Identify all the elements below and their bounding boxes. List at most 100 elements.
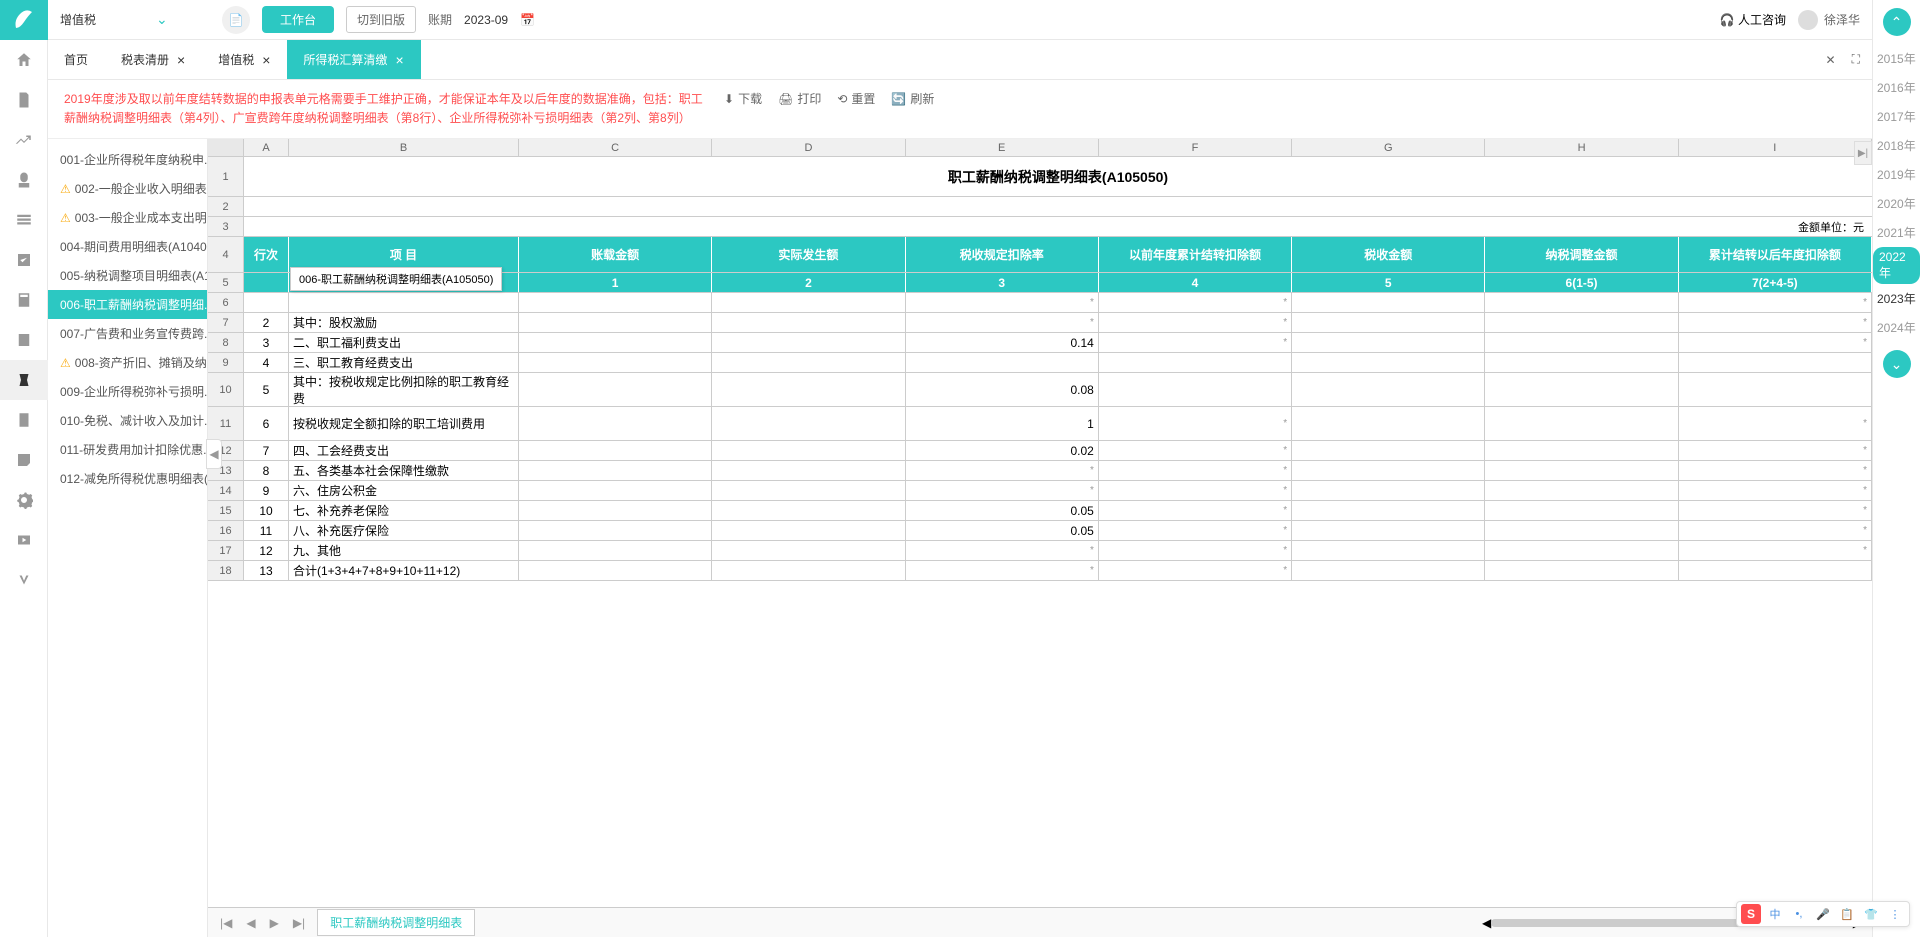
tab-close-icon[interactable]: × [395,52,403,68]
logo[interactable] [0,0,48,40]
data-cell[interactable]: * [1679,333,1872,352]
ime-skin-icon[interactable]: 👕 [1861,904,1881,924]
ime-logo[interactable]: S [1741,904,1761,924]
data-cell[interactable]: * [1099,481,1292,500]
data-cell[interactable] [1292,541,1485,560]
year-2021年[interactable]: 2021年 [1873,218,1920,247]
data-cell[interactable] [712,561,905,580]
data-cell[interactable]: 0.05 [906,501,1099,520]
switch-old-button[interactable]: 切到旧版 [346,6,416,33]
ime-lang[interactable]: 中 [1765,904,1785,924]
data-cell[interactable] [1292,353,1485,372]
sheet-tab[interactable]: 职工薪酬纳税调整明细表 [317,909,475,936]
data-cell[interactable]: * [1679,501,1872,520]
data-cell[interactable] [1292,333,1485,352]
data-cell[interactable]: 0.05 [906,521,1099,540]
data-cell[interactable] [1292,481,1485,500]
year-2015年[interactable]: 2015年 [1873,44,1920,73]
data-cell[interactable] [1485,541,1678,560]
ime-more-icon[interactable]: ⋮ [1885,904,1905,924]
data-cell[interactable]: * [906,461,1099,480]
year-2018年[interactable]: 2018年 [1873,131,1920,160]
data-cell[interactable] [1485,333,1678,352]
refresh-button[interactable]: 🔄 刷新 [891,90,934,107]
support-link[interactable]: 🎧 人工咨询 [1720,11,1786,28]
tab-close-icon[interactable]: × [177,52,185,68]
data-cell[interactable]: * [1679,521,1872,540]
data-cell[interactable] [1485,373,1678,406]
year-2024年[interactable]: 2024年 [1873,313,1920,342]
data-cell[interactable] [906,353,1099,372]
data-cell[interactable] [712,541,905,560]
data-cell[interactable]: * [1679,441,1872,460]
data-cell[interactable] [712,441,905,460]
data-cell[interactable] [712,501,905,520]
data-cell[interactable]: * [1679,313,1872,332]
data-cell[interactable]: 0.02 [906,441,1099,460]
nav-inbox-icon[interactable] [0,440,48,480]
data-cell[interactable] [712,373,905,406]
form-item-006[interactable]: 006-职工薪酬纳税调整明细... [48,290,207,319]
data-cell[interactable] [1679,373,1872,406]
data-cell[interactable] [1679,353,1872,372]
document-icon-button[interactable]: 📄 [222,6,250,34]
data-cell[interactable] [519,353,712,372]
data-cell[interactable]: * [906,313,1099,332]
user-menu[interactable]: 徐泽华 [1798,10,1860,30]
data-cell[interactable] [1292,561,1485,580]
sheet-nav-first[interactable]: |◀ [216,916,236,930]
data-cell[interactable] [519,461,712,480]
data-cell[interactable]: 0.08 [906,373,1099,406]
data-cell[interactable] [519,521,712,540]
data-cell[interactable] [1292,501,1485,520]
form-item-007[interactable]: 007-广告费和业务宣传费跨... [48,319,207,348]
form-item-012[interactable]: 012-减免所得税优惠明细表(... [48,464,207,493]
data-cell[interactable]: * [1679,293,1872,312]
data-cell[interactable]: * [1099,501,1292,520]
tab-首页[interactable]: 首页 [48,40,105,79]
nav-date-icon[interactable] [0,320,48,360]
nav-list-icon[interactable] [0,200,48,240]
sheet-nav-last[interactable]: ▶| [289,916,309,930]
nav-v-icon[interactable] [0,560,48,600]
data-cell[interactable] [1292,521,1485,540]
nav-chart-icon[interactable] [0,120,48,160]
year-2017年[interactable]: 2017年 [1873,102,1920,131]
form-item-005[interactable]: 005-纳税调整项目明细表(A1... [48,261,207,290]
data-cell[interactable] [1485,441,1678,460]
data-cell[interactable] [712,333,905,352]
year-2019年[interactable]: 2019年 [1873,160,1920,189]
tab-税表清册[interactable]: 税表清册× [105,40,202,79]
data-cell[interactable] [1099,353,1292,372]
data-cell[interactable] [519,541,712,560]
expand-handle[interactable]: ▶| [1854,141,1872,165]
year-up-button[interactable]: ⌃ [1883,8,1911,36]
data-cell[interactable] [1485,353,1678,372]
data-cell[interactable] [712,293,905,312]
data-cell[interactable]: * [1679,407,1872,440]
data-cell[interactable] [1485,521,1678,540]
data-cell[interactable] [1485,461,1678,480]
sheet-nav-next[interactable]: ▶ [266,916,283,930]
data-cell[interactable] [519,501,712,520]
data-cell[interactable]: * [1099,561,1292,580]
data-cell[interactable]: * [1099,313,1292,332]
data-cell[interactable]: * [906,293,1099,312]
ime-keyboard-icon[interactable]: 📋 [1837,904,1857,924]
data-cell[interactable]: * [1099,441,1292,460]
sheet-nav-prev[interactable]: ◀ [242,916,259,930]
form-item-009[interactable]: 009-企业所得税弥补亏损明... [48,377,207,406]
data-cell[interactable] [519,313,712,332]
data-cell[interactable]: * [1099,293,1292,312]
nav-settings-icon[interactable] [0,480,48,520]
calendar-icon[interactable]: 📅 [520,13,535,27]
form-item-002[interactable]: ⚠002-一般企业收入明细表(A... [48,174,207,203]
collapse-sidebar-handle[interactable]: ◀ [206,439,222,469]
download-button[interactable]: ⬇ 下载 [724,90,762,107]
year-2022年[interactable]: 2022年 [1873,247,1920,284]
print-button[interactable]: 🖨 打印 [778,90,821,107]
data-cell[interactable]: * [1099,407,1292,440]
data-cell[interactable]: 0.14 [906,333,1099,352]
workbench-button[interactable]: 工作台 [262,6,334,33]
data-cell[interactable] [1292,373,1485,406]
